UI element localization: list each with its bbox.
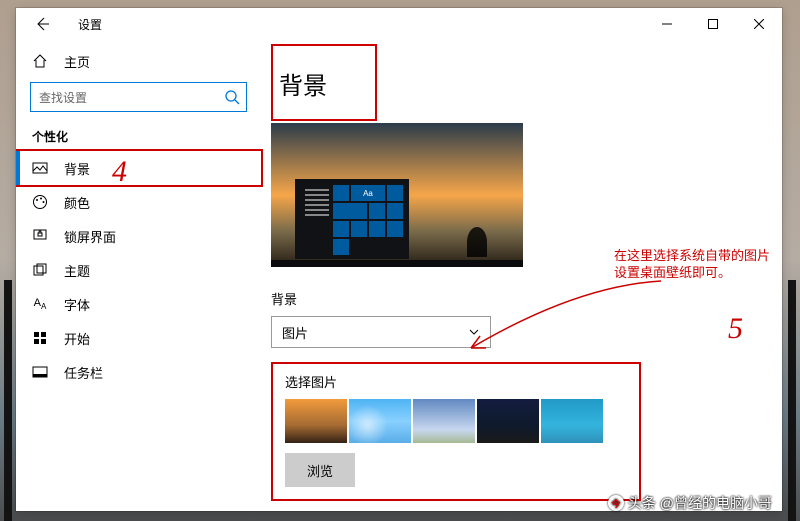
thumbnail-1[interactable] <box>285 399 347 443</box>
chevron-down-icon <box>468 326 480 338</box>
sidebar-item-fonts[interactable]: AA 字体 <box>16 287 261 321</box>
sidebar-item-label: 任务栏 <box>64 363 103 382</box>
thumbnail-5[interactable] <box>541 399 603 443</box>
maximize-icon <box>708 19 718 29</box>
back-arrow-icon <box>34 16 50 32</box>
home-icon <box>32 53 48 69</box>
annotation-5: 5 <box>728 312 743 346</box>
watermark-logo-icon: 今 <box>608 495 624 511</box>
back-button[interactable] <box>16 16 74 32</box>
minimize-button[interactable] <box>644 8 690 40</box>
close-icon <box>754 19 764 29</box>
search-placeholder: 查找设置 <box>39 89 87 106</box>
page-title: 背景 <box>279 66 327 101</box>
sidebar-item-colors[interactable]: 颜色 <box>16 185 261 219</box>
maximize-button[interactable] <box>690 8 736 40</box>
sidebar-item-label: 字体 <box>64 295 90 314</box>
watermark: 今 头条 @曾经的电脑小哥 <box>608 493 772 513</box>
browse-label: 浏览 <box>307 461 333 480</box>
start-icon <box>32 330 48 346</box>
thumbnail-row <box>285 399 627 443</box>
sidebar-item-start[interactable]: 开始 <box>16 321 261 355</box>
sidebar-item-label: 颜色 <box>64 193 90 212</box>
close-button[interactable] <box>736 8 782 40</box>
thumbnail-2[interactable] <box>349 399 411 443</box>
title-bar: 设置 <box>16 8 782 40</box>
sidebar: 主页 查找设置 个性化 背景 <box>16 40 261 511</box>
sidebar-item-lockscreen[interactable]: 锁屏界面 <box>16 219 261 253</box>
picture-icon <box>32 160 48 176</box>
bg-dropdown-value: 图片 <box>282 323 308 342</box>
sidebar-item-label: 背景 <box>64 159 90 178</box>
choose-picture-box: 选择图片 浏览 <box>271 362 641 501</box>
annotation-tip: 在这里选择系统自带的图片 设置桌面壁纸即可。 <box>614 248 770 282</box>
browse-button[interactable]: 浏览 <box>285 453 355 487</box>
sidebar-home-label: 主页 <box>64 52 90 71</box>
choose-picture-label: 选择图片 <box>285 372 627 391</box>
annotation-4: 4 <box>112 155 127 189</box>
minimize-icon <box>662 19 672 29</box>
sidebar-section-label: 个性化 <box>16 116 261 151</box>
preview-aa-tile: Aa <box>351 185 385 201</box>
taskbar-icon <box>32 364 48 380</box>
font-icon: AA <box>32 296 48 312</box>
thumbnail-4[interactable] <box>477 399 539 443</box>
window-title: 设置 <box>74 16 102 33</box>
thumbnail-3[interactable] <box>413 399 475 443</box>
sidebar-item-label: 锁屏界面 <box>64 227 116 246</box>
bg-dropdown[interactable]: 图片 <box>271 316 491 348</box>
search-icon <box>224 89 240 105</box>
palette-icon <box>32 194 48 210</box>
sidebar-item-label: 开始 <box>64 329 90 348</box>
sidebar-item-background[interactable]: 背景 <box>16 151 261 185</box>
watermark-text: 头条 @曾经的电脑小哥 <box>628 493 772 513</box>
themes-icon <box>32 262 48 278</box>
sidebar-item-label: 主题 <box>64 261 90 280</box>
lockscreen-icon <box>32 228 48 244</box>
search-input[interactable]: 查找设置 <box>30 82 247 112</box>
sidebar-item-taskbar[interactable]: 任务栏 <box>16 355 261 389</box>
bg-field-label: 背景 <box>271 289 758 308</box>
sidebar-home[interactable]: 主页 <box>16 44 261 78</box>
desktop-preview: Aa <box>271 123 523 267</box>
sidebar-item-themes[interactable]: 主题 <box>16 253 261 287</box>
